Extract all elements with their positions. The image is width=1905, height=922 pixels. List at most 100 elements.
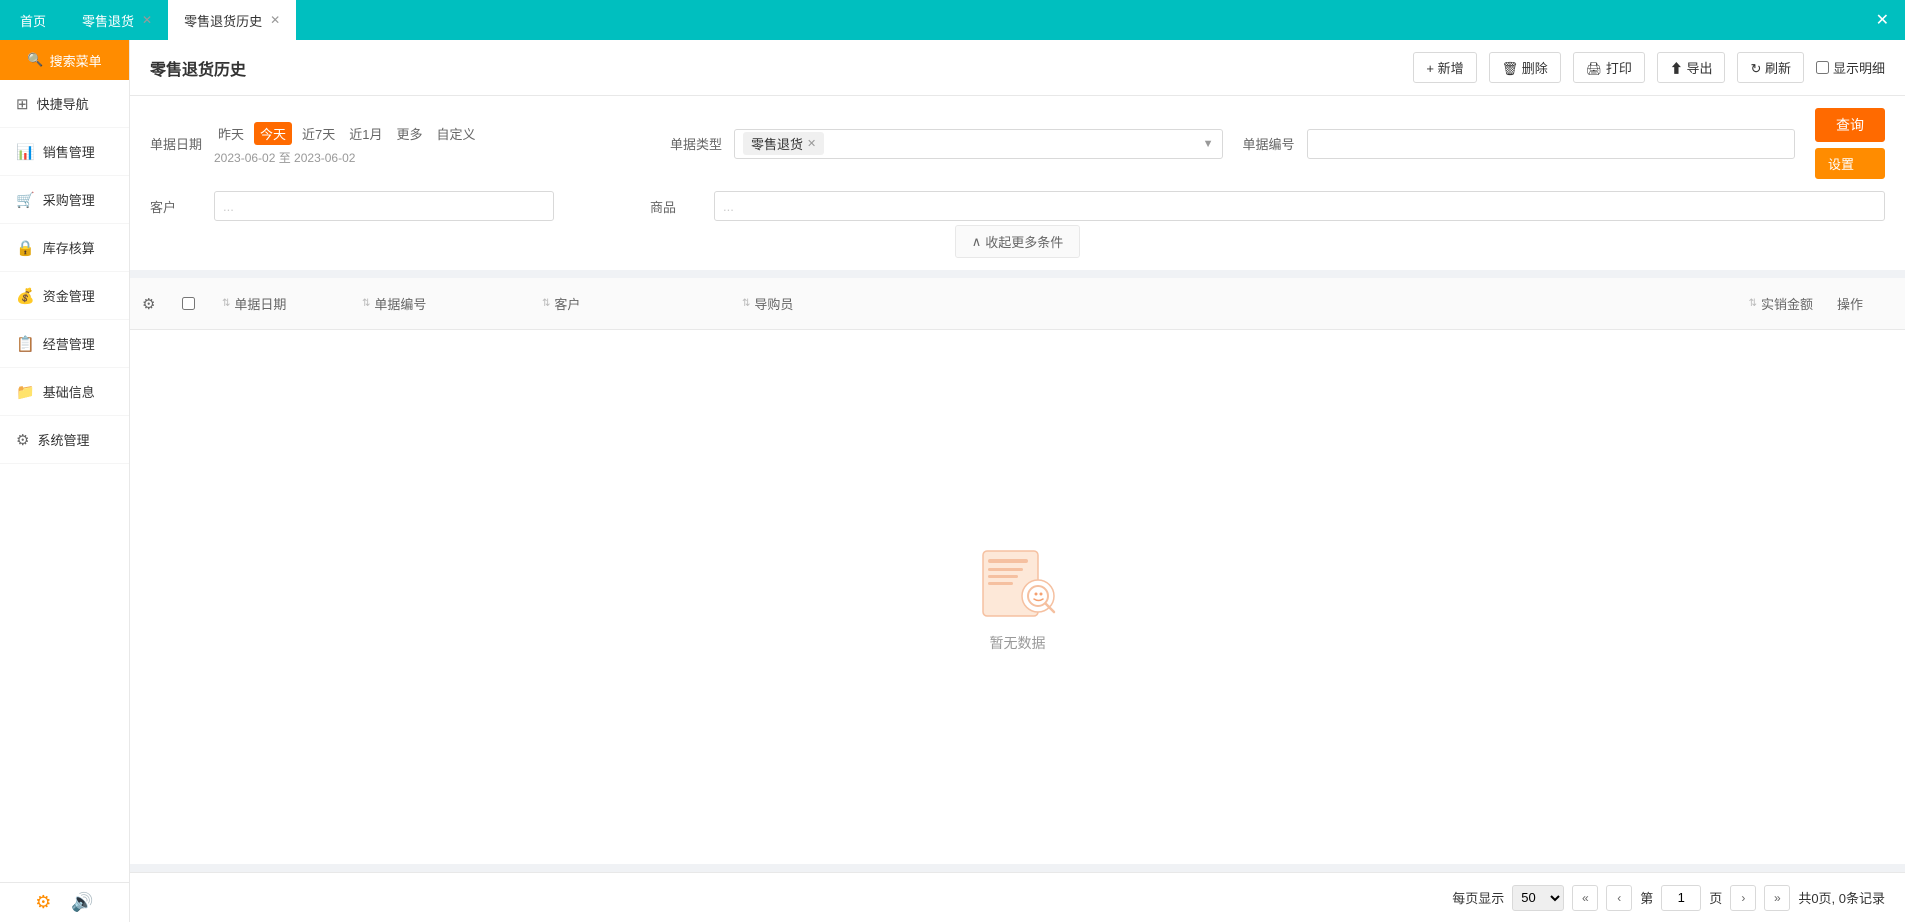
data-table: ⚙ ⇅ 单据日期 ⇅ 单据编号 ⇅ 客户 ⇅ — [130, 278, 1905, 864]
shortcut-yesterday[interactable]: 昨天 — [214, 122, 248, 145]
sidebar-item-system-mgmt[interactable]: ⚙ 系统管理 — [0, 416, 129, 464]
filter-row-2: 客户 ... 商品 ... — [150, 191, 1885, 221]
sort-guide-icon[interactable]: ⇅ — [742, 298, 750, 309]
col-number: ⇅ 单据编号 — [350, 286, 530, 321]
customer-select[interactable]: ... — [214, 191, 554, 221]
first-page-button[interactable]: « — [1572, 885, 1598, 911]
print-button[interactable]: 🖨 打印 — [1573, 52, 1645, 83]
col-date: ⇅ 单据日期 — [210, 286, 350, 321]
shortcut-last7days[interactable]: 近7天 — [298, 122, 339, 145]
export-button[interactable]: ⬆ 导出 — [1657, 52, 1726, 83]
pagination-summary: 共0页, 0条记录 — [1798, 888, 1885, 907]
tab-retail-return-history[interactable]: 零售退货历史 ✕ — [168, 0, 296, 40]
collapse-button[interactable]: ∧ 收起更多条件 — [955, 225, 1081, 258]
sidebar-item-label-inventory: 库存核算 — [43, 238, 95, 257]
basic-info-icon: 📁 — [16, 383, 35, 401]
collapse-label: 收起更多条件 — [985, 232, 1063, 251]
sidebar: 🔍 搜索菜单 ⊞ 快捷导航 📊 销售管理 🛒 采购管理 🔒 库存核算 💰 — [0, 40, 130, 922]
window-close-btn[interactable]: ✕ — [1876, 10, 1889, 30]
inventory-icon: 🔒 — [16, 239, 35, 257]
tab-home[interactable]: 首页 — [0, 0, 66, 40]
customer-filter: 客户 ... — [150, 191, 630, 221]
goods-label: 商品 — [650, 197, 706, 216]
customer-ellipsis: ... — [223, 199, 234, 214]
goods-select[interactable]: ... — [714, 191, 1885, 221]
operations-icon: 📋 — [16, 335, 35, 353]
display-toggle-label: 显示明细 — [1833, 58, 1885, 77]
doc-number-label: 单据编号 — [1243, 134, 1299, 153]
date-range-display: 2023-06-02 至 2023-06-02 — [214, 149, 480, 166]
sidebar-item-quick-nav[interactable]: ⊞ 快捷导航 — [0, 80, 129, 128]
close-tab-retail-return[interactable]: ✕ — [142, 13, 152, 27]
page-title: 零售退货历史 — [150, 56, 246, 80]
doc-type-label: 单据类型 — [670, 134, 726, 153]
sort-number-icon[interactable]: ⇅ — [362, 298, 370, 309]
next-page-button[interactable]: › — [1730, 885, 1756, 911]
page-unit-label: 页 — [1709, 888, 1722, 907]
table-header: ⚙ ⇅ 单据日期 ⇅ 单据编号 ⇅ 客户 ⇅ — [130, 278, 1905, 330]
doc-type-tag-remove[interactable]: ✕ — [807, 137, 816, 150]
table-settings-icon[interactable]: ⚙ — [142, 295, 155, 313]
shortcut-custom[interactable]: 自定义 — [433, 122, 480, 145]
shortcut-more[interactable]: 更多 — [393, 122, 427, 145]
page-label: 第 — [1640, 888, 1653, 907]
last-page-button[interactable]: » — [1764, 885, 1790, 911]
main-layout: 🔍 搜索菜单 ⊞ 快捷导航 📊 销售管理 🛒 采购管理 🔒 库存核算 💰 — [0, 40, 1905, 922]
tab-retail-return[interactable]: 零售退货 ✕ — [66, 0, 168, 40]
customer-label: 客户 — [150, 197, 206, 216]
collapse-icon: ∧ — [972, 234, 982, 250]
settings-icon[interactable]: ⚙ — [35, 892, 51, 913]
search-icon: 🔍 — [27, 52, 43, 68]
date-filter: 单据日期 昨天 今天 近7天 近1月 更多 自定义 2023-06-02 至 2… — [150, 122, 650, 166]
volume-icon[interactable]: 🔊 — [71, 892, 93, 913]
top-bar: 首页 零售退货 ✕ 零售退货历史 ✕ ✕ — [0, 0, 1905, 40]
sidebar-item-label-sales-mgmt: 销售管理 — [43, 142, 95, 161]
sort-date-icon[interactable]: ⇅ — [222, 298, 230, 309]
sidebar-item-finance[interactable]: 💰 资金管理 — [0, 272, 129, 320]
sidebar-item-inventory[interactable]: 🔒 库存核算 — [0, 224, 129, 272]
col-checkbox — [170, 286, 210, 321]
refresh-button[interactable]: ↻ 刷新 — [1737, 52, 1804, 83]
per-page-label: 每页显示 — [1452, 888, 1504, 907]
sidebar-bottom: ⚙ 🔊 — [0, 882, 129, 922]
query-button[interactable]: 查询 — [1815, 108, 1885, 142]
window-close-icon[interactable]: ✕ — [1876, 12, 1889, 29]
close-tab-retail-return-history[interactable]: ✕ — [270, 13, 280, 27]
doc-number-filter: 单据编号 — [1243, 129, 1796, 159]
col-number-label: 单据编号 — [374, 294, 426, 313]
sort-amount-icon[interactable]: ⇅ — [1749, 298, 1757, 309]
col-actions-label: 操作 — [1837, 294, 1863, 313]
page-input[interactable] — [1661, 885, 1701, 911]
shortcut-last1month[interactable]: 近1月 — [345, 122, 386, 145]
doc-number-input[interactable] — [1307, 129, 1796, 159]
sidebar-item-operations[interactable]: 📋 经营管理 — [0, 320, 129, 368]
select-all-checkbox[interactable] — [182, 297, 195, 310]
prev-page-button[interactable]: ‹ — [1606, 885, 1632, 911]
doc-type-select[interactable]: 零售退货 ✕ ▼ — [734, 129, 1223, 159]
settings-button[interactable]: 设置 — [1815, 148, 1885, 179]
sidebar-item-label-system-mgmt: 系统管理 — [37, 430, 89, 449]
sidebar-search[interactable]: 🔍 搜索菜单 — [0, 40, 129, 80]
sidebar-item-label-finance: 资金管理 — [43, 286, 95, 305]
new-button[interactable]: + 新增 — [1413, 52, 1476, 83]
col-date-label: 单据日期 — [234, 294, 286, 313]
col-customer-label: 客户 — [554, 294, 580, 313]
shortcut-today[interactable]: 今天 — [254, 122, 292, 145]
sort-customer-icon[interactable]: ⇅ — [542, 298, 550, 309]
sidebar-item-label-operations: 经营管理 — [43, 334, 95, 353]
system-mgmt-icon: ⚙ — [16, 431, 29, 449]
sidebar-item-basic-info[interactable]: 📁 基础信息 — [0, 368, 129, 416]
sidebar-item-label-quick-nav: 快捷导航 — [37, 94, 89, 113]
per-page-select[interactable]: 20 50 100 — [1512, 885, 1564, 911]
sidebar-item-purchase-mgmt[interactable]: 🛒 采购管理 — [0, 176, 129, 224]
sidebar-search-label: 搜索菜单 — [50, 51, 102, 70]
sidebar-item-sales-mgmt[interactable]: 📊 销售管理 — [0, 128, 129, 176]
table-body: 暂无数据 — [130, 330, 1905, 864]
display-toggle-checkbox[interactable] — [1816, 61, 1829, 74]
sidebar-item-label-basic-info: 基础信息 — [43, 382, 95, 401]
empty-state-text: 暂无数据 — [990, 633, 1046, 653]
delete-button[interactable]: 🗑 删除 — [1489, 52, 1561, 83]
doc-type-tag: 零售退货 ✕ — [743, 132, 824, 155]
quick-nav-icon: ⊞ — [16, 95, 29, 113]
goods-filter: 商品 ... — [650, 191, 1885, 221]
